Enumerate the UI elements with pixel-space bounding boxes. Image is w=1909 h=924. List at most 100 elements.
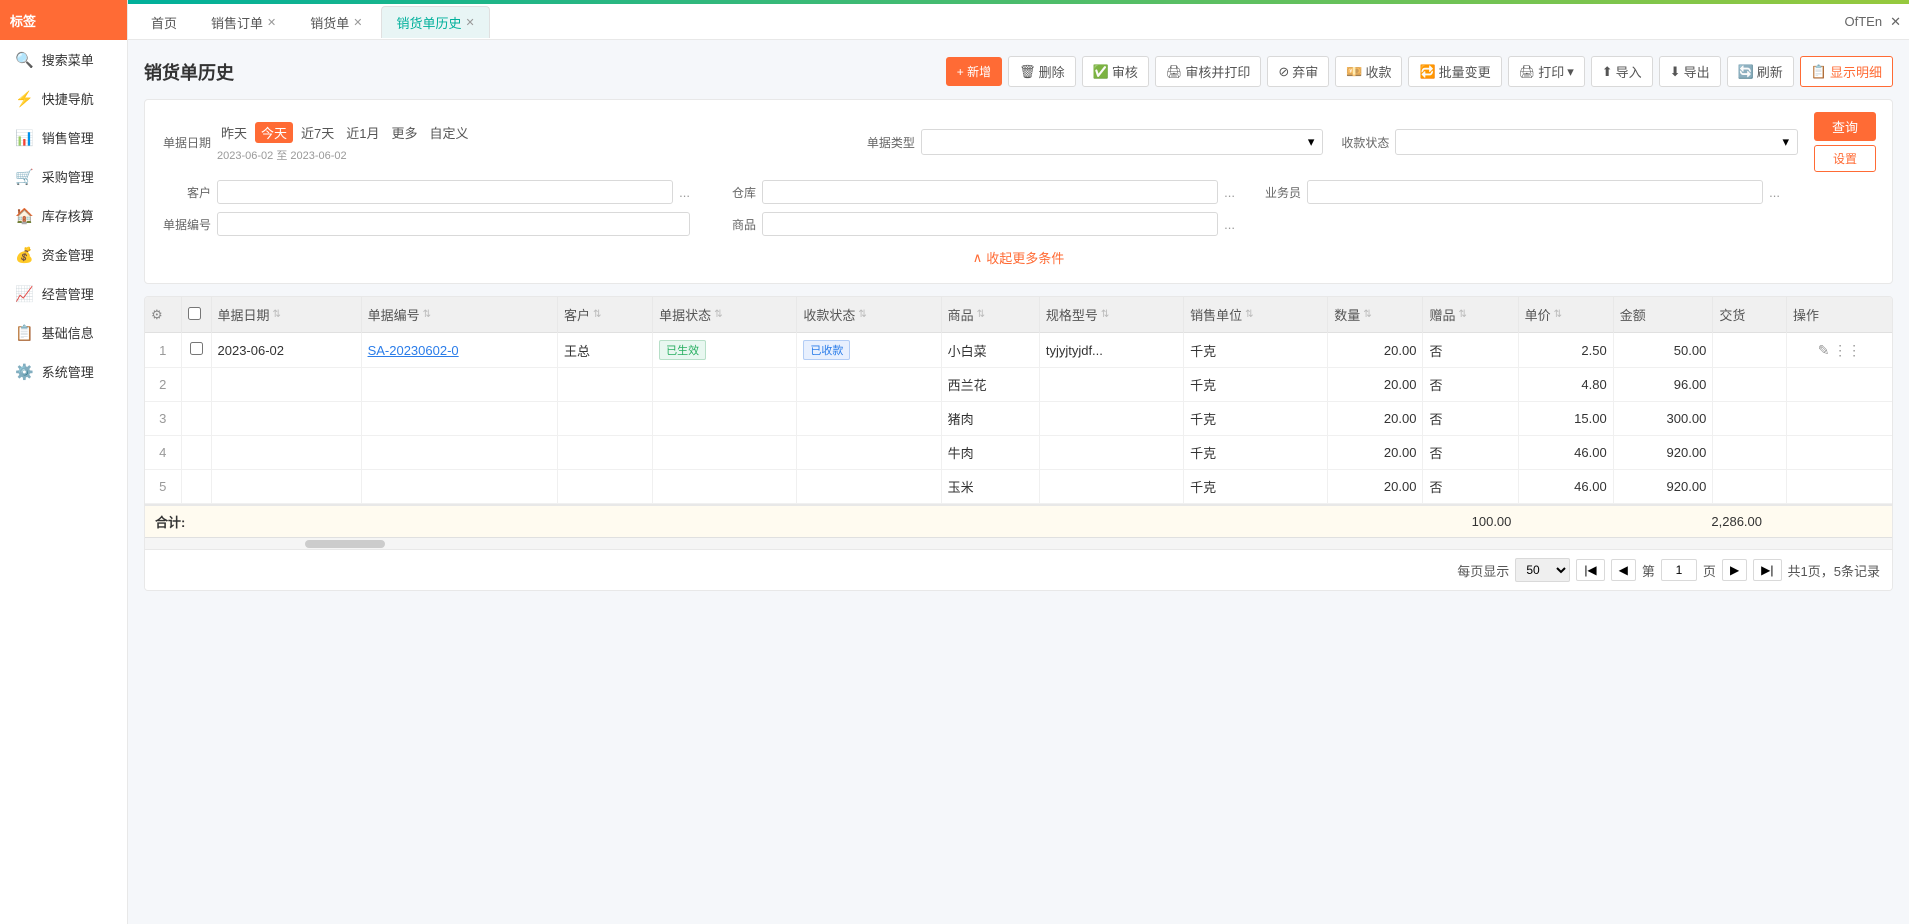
cell-gift-3: 否 [1423, 436, 1518, 470]
cell-paymentstatus-2 [797, 402, 941, 436]
new-button[interactable]: + 新增 [946, 57, 1002, 86]
settings-button[interactable]: 设置 [1814, 145, 1876, 172]
cell-orderno-4[interactable] [361, 470, 557, 504]
cell-qty-4: 20.00 [1328, 470, 1423, 504]
cell-check-3[interactable] [181, 436, 211, 470]
abandon-button[interactable]: ⊘ 弃审 [1267, 56, 1329, 87]
refresh-button[interactable]: 🔄 刷新 [1727, 56, 1794, 87]
close-tab-sales-order[interactable]: ✕ [267, 16, 276, 29]
goods-more-btn[interactable]: ... [1224, 217, 1235, 232]
th-date[interactable]: 单据日期 ⇅ [211, 297, 361, 333]
customer-input[interactable] [217, 180, 673, 204]
close-tab-sales-history[interactable]: ✕ [466, 16, 475, 29]
th-amount[interactable]: 金额 [1613, 297, 1713, 333]
sidebar-item-sales[interactable]: 📊 销售管理 [0, 118, 127, 157]
type-select[interactable]: ▾ [921, 129, 1324, 155]
tab-home[interactable]: 首页 [136, 6, 192, 38]
gear-settings-icon[interactable]: ⚙ [151, 307, 163, 322]
shortcut-custom[interactable]: 自定义 [426, 122, 473, 143]
next-page-btn[interactable]: ▶ [1722, 559, 1747, 581]
cell-orderno-0[interactable]: SA-20230602-0 [361, 333, 557, 368]
staff-input[interactable] [1307, 180, 1763, 204]
customer-more-btn[interactable]: ... [679, 185, 690, 200]
shortcut-today[interactable]: 今天 [255, 122, 293, 143]
sidebar-item-operations[interactable]: 📈 经营管理 [0, 274, 127, 313]
tab-sales-delivery[interactable]: 销货单 ✕ [295, 6, 377, 38]
footer-total-qty: 100.00 [1472, 514, 1512, 529]
customer-label: 客户 [161, 184, 211, 201]
warehouse-input[interactable] [762, 180, 1218, 204]
collect-button[interactable]: 💴 收款 [1335, 56, 1402, 87]
payment-status-badge: 已收款 [803, 340, 850, 360]
th-customer[interactable]: 客户 ⇅ [558, 297, 653, 333]
th-gear[interactable]: ⚙ [145, 297, 181, 333]
th-unit[interactable]: 销售单位 ⇅ [1184, 297, 1328, 333]
cell-orderno-1[interactable] [361, 368, 557, 402]
per-page-select[interactable]: 50 100 200 [1515, 558, 1570, 582]
page-number-input[interactable] [1661, 559, 1697, 581]
cell-check-1[interactable] [181, 368, 211, 402]
print-button[interactable]: 🖨 打印 ▾ [1508, 56, 1585, 87]
batch-change-button[interactable]: 🔁 批量变更 [1408, 56, 1501, 87]
tab-sales-order[interactable]: 销售订单 ✕ [196, 6, 291, 38]
order-no-input[interactable] [217, 212, 690, 236]
edit-action-btn[interactable]: ✎ [1818, 342, 1830, 358]
th-unit-price[interactable]: 单价 ⇅ [1518, 297, 1613, 333]
first-page-btn[interactable]: |◀ [1576, 559, 1604, 581]
cell-check-0[interactable] [181, 333, 211, 368]
collapse-btn[interactable]: ∧ 收起更多条件 [161, 244, 1876, 271]
cell-qty-3: 20.00 [1328, 436, 1423, 470]
export-button[interactable]: ⬇ 导出 [1659, 56, 1721, 87]
cell-gift-0: 否 [1423, 333, 1518, 368]
th-payment-status[interactable]: 收款状态 ⇅ [797, 297, 941, 333]
audit-print-button[interactable]: 🖨 审核并打印 [1155, 56, 1262, 87]
query-button[interactable]: 查询 [1814, 112, 1876, 141]
batch-change-icon: 🔁 [1419, 64, 1435, 80]
import-icon: ⬆ [1602, 64, 1613, 80]
staff-more-btn[interactable]: ... [1769, 185, 1780, 200]
shortcut-more[interactable]: 更多 [388, 122, 422, 143]
delete-button[interactable]: 🗑 删除 [1008, 56, 1076, 87]
goods-input[interactable] [762, 212, 1218, 236]
sidebar-item-quick-nav[interactable]: ⚡ 快捷导航 [0, 79, 127, 118]
th-goods[interactable]: 商品 ⇅ [941, 297, 1039, 333]
cell-orderno-2[interactable] [361, 402, 557, 436]
order-no-link[interactable]: SA-20230602-0 [368, 343, 459, 358]
th-order-status[interactable]: 单据状态 ⇅ [653, 297, 797, 333]
select-all-checkbox[interactable] [188, 307, 201, 320]
show-detail-button[interactable]: 📋 显示明细 [1800, 56, 1893, 87]
th-order-no[interactable]: 单据编号 ⇅ [361, 297, 557, 333]
close-tab-sales-delivery[interactable]: ✕ [353, 16, 362, 29]
more-action-btn[interactable]: ⋮⋮ [1833, 342, 1861, 358]
shortcut-yesterday[interactable]: 昨天 [217, 122, 251, 143]
th-checkbox[interactable] [181, 297, 211, 333]
shortcut-7days[interactable]: 近7天 [297, 122, 338, 143]
import-button[interactable]: ⬆ 导入 [1591, 56, 1653, 87]
cell-check-2[interactable] [181, 402, 211, 436]
row-checkbox[interactable] [190, 342, 203, 355]
sidebar-item-finance[interactable]: 💰 资金管理 [0, 235, 127, 274]
cell-customer-0: 王总 [558, 333, 653, 368]
payment-status-select[interactable]: ▾ [1395, 129, 1798, 155]
th-spec[interactable]: 规格型号 ⇅ [1039, 297, 1183, 333]
warehouse-more-btn[interactable]: ... [1224, 185, 1235, 200]
order-no-label: 单据编号 [161, 216, 211, 233]
last-page-btn[interactable]: ▶| [1753, 559, 1781, 581]
cell-orderno-3[interactable] [361, 436, 557, 470]
tab-sales-history[interactable]: 销货单历史 ✕ [381, 6, 489, 38]
sidebar-item-system[interactable]: ⚙️ 系统管理 [0, 352, 127, 391]
sidebar-item-purchase[interactable]: 🛒 采购管理 [0, 157, 127, 196]
sidebar-item-inventory[interactable]: 🏠 库存核算 [0, 196, 127, 235]
shortcut-1month[interactable]: 近1月 [342, 122, 383, 143]
cell-check-4[interactable] [181, 470, 211, 504]
th-gift[interactable]: 赠品 ⇅ [1423, 297, 1518, 333]
close-window-btn[interactable]: ✕ [1890, 14, 1901, 30]
scrollbar-thumb[interactable] [305, 540, 385, 548]
sidebar-item-basic-info[interactable]: 📋 基础信息 [0, 313, 127, 352]
sidebar-item-label: 快捷导航 [42, 89, 94, 108]
audit-button[interactable]: ✅ 审核 [1082, 56, 1149, 87]
sidebar-item-search-menu[interactable]: 🔍 搜索菜单 [0, 40, 127, 79]
prev-page-btn[interactable]: ◀ [1611, 559, 1636, 581]
cell-spec-0: tyjyjtyjdf... [1039, 333, 1183, 368]
th-qty[interactable]: 数量 ⇅ [1328, 297, 1423, 333]
